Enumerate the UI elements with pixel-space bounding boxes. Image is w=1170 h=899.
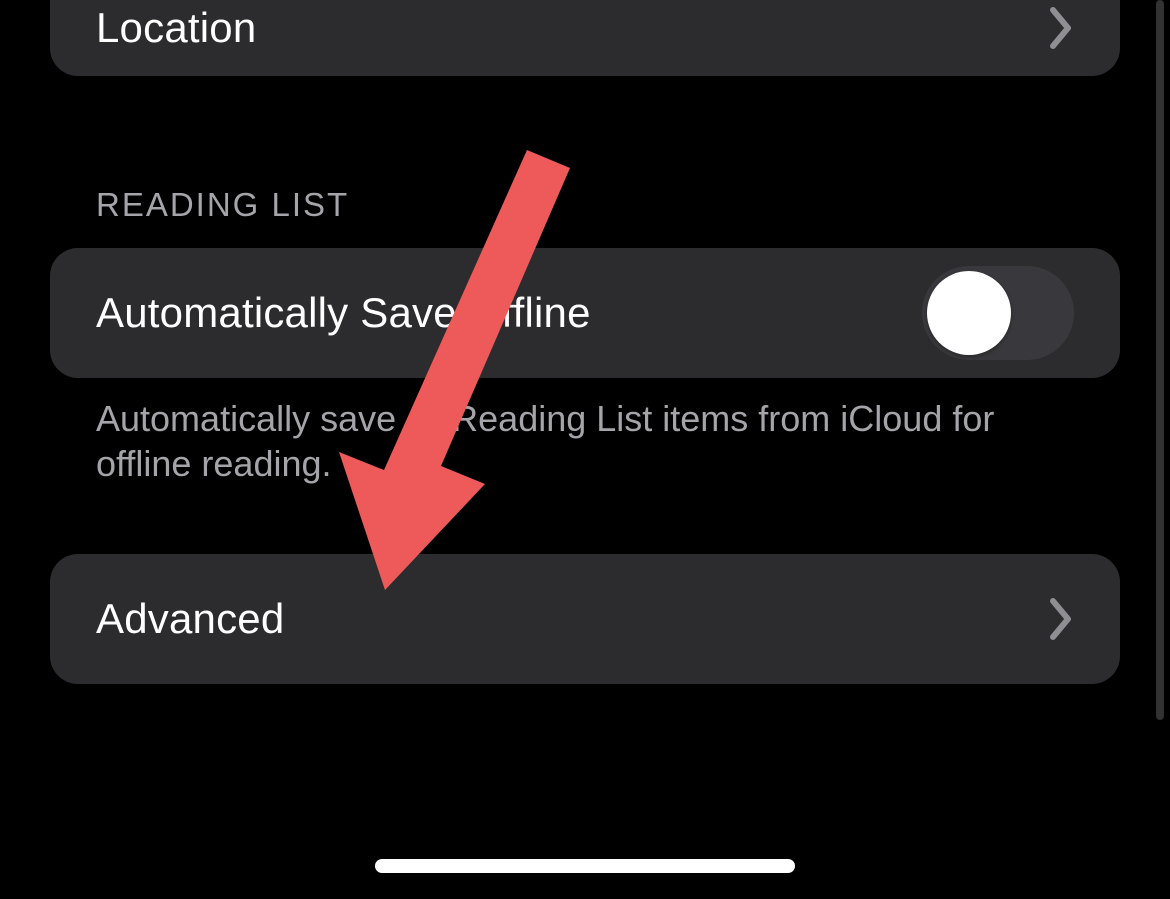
location-label: Location (96, 4, 256, 52)
settings-screen: Location READING LIST Automatically Save… (0, 0, 1170, 899)
home-indicator[interactable] (375, 859, 795, 873)
toggle-knob (927, 271, 1011, 355)
chevron-right-icon (1048, 597, 1074, 641)
advanced-row[interactable]: Advanced (50, 554, 1120, 684)
auto-save-offline-footer: Automatically save all Reading List item… (96, 396, 1076, 486)
auto-save-offline-toggle[interactable] (922, 266, 1074, 360)
scrollbar[interactable] (1156, 0, 1164, 720)
chevron-right-icon (1048, 6, 1074, 50)
auto-save-offline-row: Automatically Save Offline (50, 248, 1120, 378)
reading-list-section-header: READING LIST (96, 186, 349, 224)
location-row[interactable]: Location (50, 0, 1120, 76)
advanced-label: Advanced (96, 595, 284, 643)
auto-save-offline-label: Automatically Save Offline (96, 289, 591, 337)
